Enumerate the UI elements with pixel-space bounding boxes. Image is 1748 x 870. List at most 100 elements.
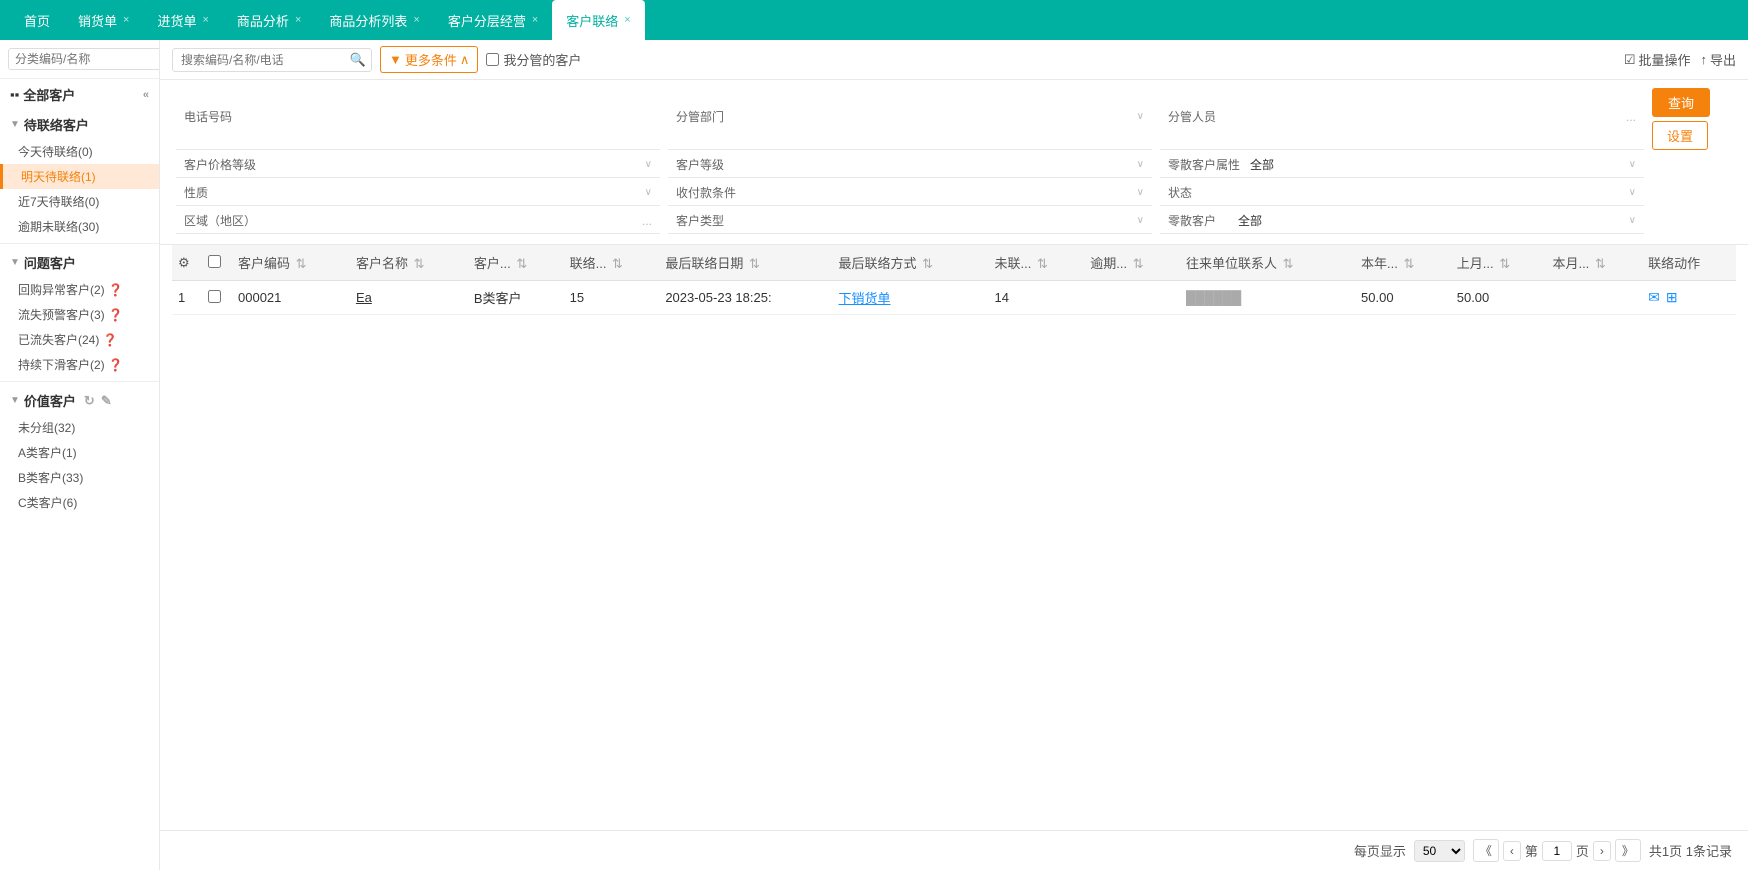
- filter-bar-right: ☑ 批量操作 ↑ 导出: [1624, 50, 1736, 69]
- close-icon[interactable]: ×: [624, 14, 630, 26]
- table-area: ⚙ 客户编码 ⇅ 客户名称 ⇅ 客户... ⇅ 联络... ⇅ 最后联络日期 ⇅…: [160, 245, 1748, 830]
- contact-method-link[interactable]: 下销货单: [839, 291, 891, 306]
- filter-status[interactable]: 状态 ∨: [1160, 184, 1644, 206]
- collapse-icon[interactable]: «: [143, 89, 149, 101]
- filter-department[interactable]: 分管部门 ∨: [668, 88, 1152, 150]
- close-icon[interactable]: ×: [202, 14, 208, 26]
- grid-action-icon[interactable]: ⊞: [1666, 289, 1678, 306]
- page-input[interactable]: [1542, 841, 1572, 861]
- next-page-button[interactable]: ›: [1593, 841, 1611, 861]
- td-checkbox[interactable]: [202, 281, 232, 315]
- sidebar-item-tomorrow[interactable]: 明天待联络(1): [0, 164, 159, 189]
- arrow-icon: ▼: [10, 119, 20, 130]
- sort-icon[interactable]: ⇅: [296, 256, 307, 271]
- refresh-icon[interactable]: ↻: [84, 393, 95, 409]
- td-name[interactable]: Ea: [350, 281, 468, 315]
- nav-sales[interactable]: 销货单 ×: [64, 0, 143, 40]
- filter-region[interactable]: 区域（地区） ...: [176, 212, 660, 234]
- th-last-contact-method: 最后联络方式 ⇅: [833, 245, 989, 281]
- bulk-action-button[interactable]: ☑ 批量操作: [1624, 50, 1691, 69]
- query-button[interactable]: 查询: [1652, 88, 1710, 117]
- total-records: 共1页 1条记录: [1649, 841, 1732, 860]
- select-all-checkbox[interactable]: [208, 255, 221, 268]
- sidebar-item-class-b[interactable]: B类客户(33): [0, 465, 159, 490]
- edit-action-icon[interactable]: ✉: [1648, 289, 1660, 306]
- filter-retail-attr[interactable]: 零散客户属性 全部 ∨: [1160, 156, 1644, 178]
- nav-purchase[interactable]: 进货单 ×: [143, 0, 222, 40]
- search-wrap: 🔍: [172, 48, 372, 72]
- sidebar-item-churn-warning[interactable]: 流失预警客户(3) ❓: [0, 302, 159, 327]
- edit-icon[interactable]: ✎: [101, 393, 112, 409]
- first-page-button[interactable]: 《: [1473, 839, 1499, 862]
- page-size-select[interactable]: 50 100 200: [1414, 840, 1465, 862]
- sort-icon[interactable]: ⇅: [414, 256, 425, 271]
- filter-retail-customer[interactable]: 零散客户 全部 ∨: [1160, 212, 1644, 234]
- sort-icon[interactable]: ⇅: [1403, 256, 1414, 271]
- grid-icon: ▪▪: [10, 87, 19, 102]
- close-icon[interactable]: ×: [532, 14, 538, 26]
- nav-product-analysis[interactable]: 商品分析 ×: [223, 0, 315, 40]
- sort-icon[interactable]: ⇅: [1037, 256, 1048, 271]
- nav-product-analysis-list[interactable]: 商品分析列表 ×: [315, 0, 433, 40]
- export-button[interactable]: ↑ 导出: [1700, 50, 1736, 69]
- last-page-button[interactable]: 》: [1615, 839, 1641, 862]
- filter-nature[interactable]: 性质 ∨: [176, 184, 660, 206]
- th-overdue: 逾期... ⇅: [1084, 245, 1180, 281]
- filter-supervisor[interactable]: 分管人员 ...: [1160, 88, 1644, 150]
- more-icon[interactable]: ...: [642, 214, 652, 228]
- sort-icon[interactable]: ⇅: [1283, 256, 1294, 271]
- sidebar-group-value[interactable]: ▼ 价值客户 ↻ ✎: [0, 386, 159, 415]
- sidebar-search-input[interactable]: [8, 48, 160, 70]
- nav-customer-contact[interactable]: 客户联络 ×: [552, 0, 644, 40]
- sidebar-item-7days[interactable]: 近7天待联络(0): [0, 189, 159, 214]
- th-checkbox[interactable]: [202, 245, 232, 281]
- sort-icon[interactable]: ⇅: [1595, 256, 1606, 271]
- sidebar-item-repurchase-anomaly[interactable]: 回购异常客户(2) ❓: [0, 277, 159, 302]
- close-icon[interactable]: ×: [295, 14, 301, 26]
- sidebar-item-churned[interactable]: 已流失客户(24) ❓: [0, 327, 159, 352]
- td-this-month: [1546, 281, 1642, 315]
- my-customers-checkbox-label[interactable]: 我分管的客户: [486, 50, 581, 69]
- sidebar-item-class-c[interactable]: C类客户(6): [0, 490, 159, 515]
- sidebar-group-pending[interactable]: ▼ 待联络客户: [0, 110, 159, 139]
- th-type: 客户... ⇅: [468, 245, 564, 281]
- arrow-icon: ▼: [10, 395, 20, 406]
- filter-customer-level[interactable]: 客户等级 ∨: [668, 156, 1152, 178]
- sort-icon[interactable]: ⇅: [749, 256, 760, 271]
- sort-icon[interactable]: ⇅: [922, 256, 933, 271]
- sidebar-item-declining[interactable]: 持续下滑客户(2) ❓: [0, 352, 159, 377]
- filter-customer-type[interactable]: 客户类型 ∨: [668, 212, 1152, 234]
- sidebar-item-ungrouped[interactable]: 未分组(32): [0, 415, 159, 440]
- row-checkbox[interactable]: [208, 290, 221, 303]
- filter-payment-terms[interactable]: 收付款条件 ∨: [668, 184, 1152, 206]
- td-not-contacted: 14: [989, 281, 1085, 315]
- th-name: 客户名称 ⇅: [350, 245, 468, 281]
- my-customers-checkbox[interactable]: [486, 53, 499, 66]
- chevron-down-icon: ∨: [1137, 215, 1144, 226]
- th-this-year: 本年... ⇅: [1355, 245, 1451, 281]
- close-icon[interactable]: ×: [123, 14, 129, 26]
- sidebar-item-overdue[interactable]: 逾期未联络(30): [0, 214, 159, 239]
- sidebar-item-today[interactable]: 今天待联络(0): [0, 139, 159, 164]
- sort-icon[interactable]: ⇅: [516, 256, 527, 271]
- more-icon[interactable]: ...: [1626, 110, 1636, 124]
- sort-icon[interactable]: ⇅: [612, 256, 623, 271]
- close-icon[interactable]: ×: [413, 14, 419, 26]
- more-conditions-button[interactable]: ▼ 更多条件 ∧: [380, 46, 478, 73]
- adv-filter-row-2: 客户价格等级 ∨ 客户等级 ∨ 零散客户属性 全部 ∨: [176, 156, 1732, 178]
- search-icon[interactable]: 🔍: [350, 52, 366, 68]
- sidebar-group-problem[interactable]: ▼ 问题客户: [0, 248, 159, 277]
- td-last-contact-method[interactable]: 下销货单: [833, 281, 989, 315]
- sidebar-all-customers[interactable]: ▪▪ 全部客户 «: [0, 79, 159, 110]
- sort-icon[interactable]: ⇅: [1133, 256, 1144, 271]
- export-icon: ↑: [1700, 52, 1707, 67]
- nav-customer-stratification[interactable]: 客户分层经营 ×: [434, 0, 552, 40]
- filter-price-level[interactable]: 客户价格等级 ∨: [176, 156, 660, 178]
- search-input[interactable]: [172, 48, 372, 72]
- th-gear[interactable]: ⚙: [172, 245, 202, 281]
- nav-home[interactable]: 首页: [10, 0, 64, 40]
- prev-page-button[interactable]: ‹: [1503, 841, 1521, 861]
- settings-button[interactable]: 设置: [1652, 121, 1708, 150]
- sort-icon[interactable]: ⇅: [1499, 256, 1510, 271]
- sidebar-item-class-a[interactable]: A类客户(1): [0, 440, 159, 465]
